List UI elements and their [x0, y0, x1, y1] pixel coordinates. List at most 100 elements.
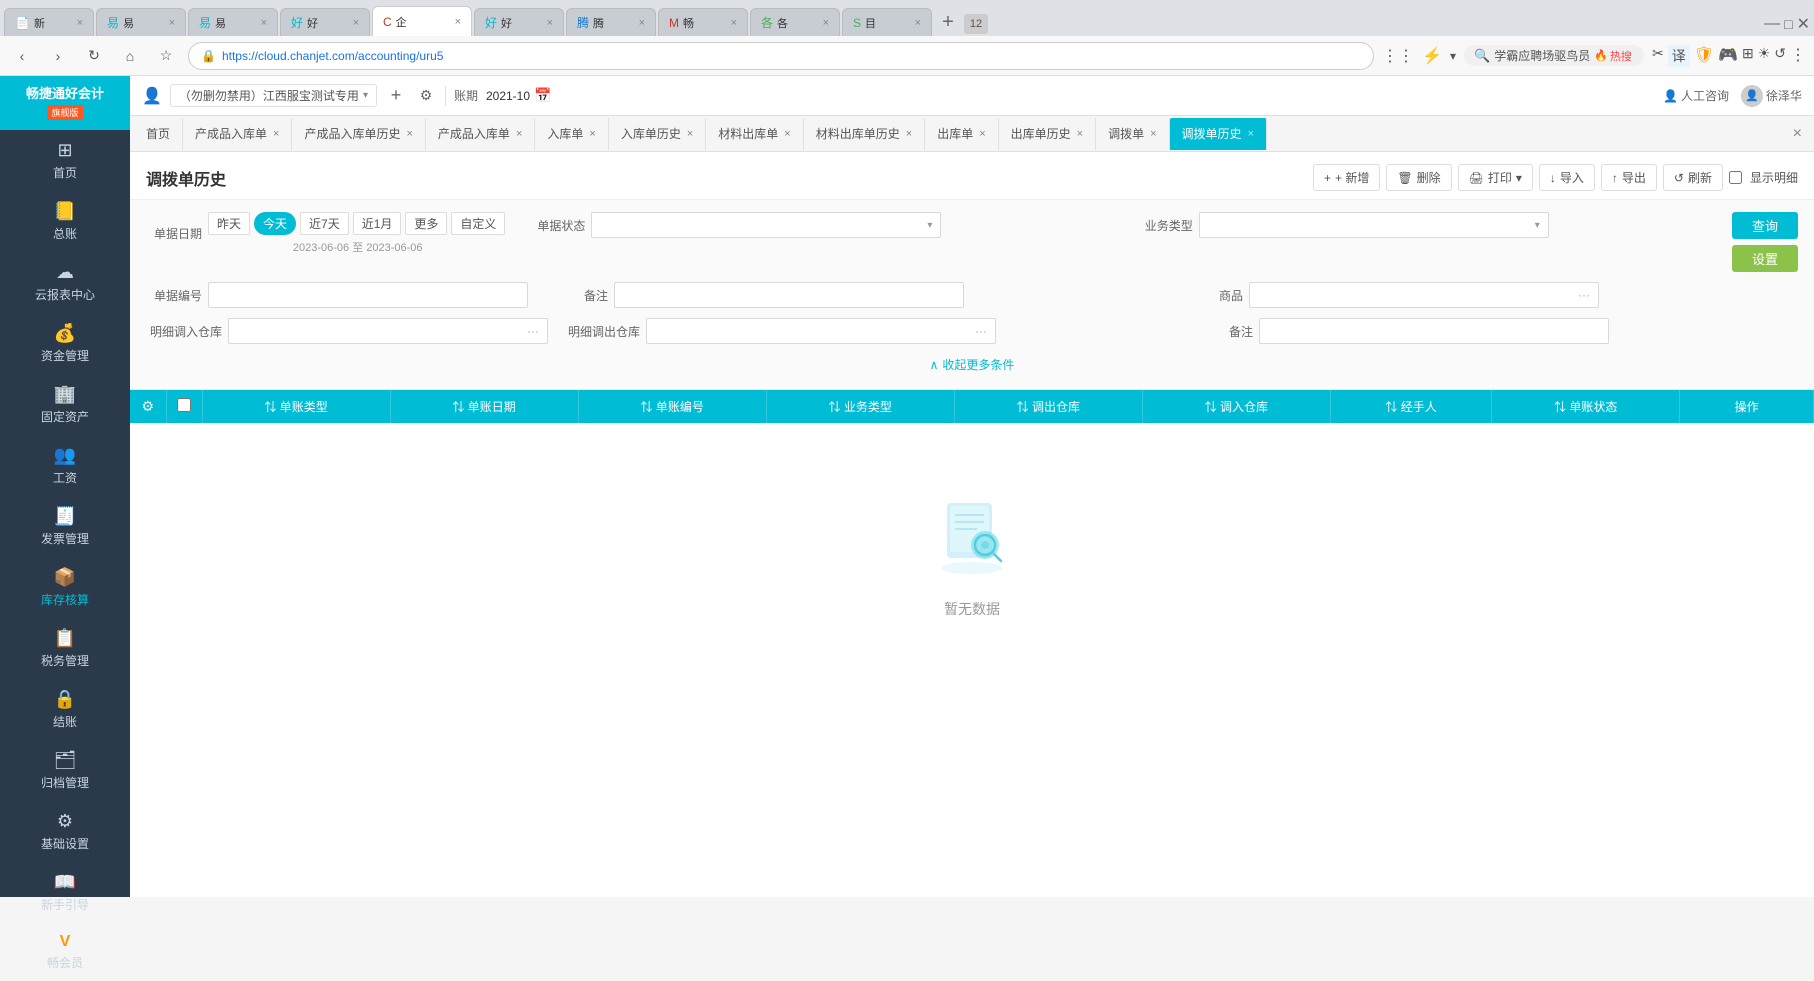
doc-no-input[interactable]	[208, 282, 528, 308]
remark-input[interactable]	[614, 282, 964, 308]
refresh-button[interactable]: ↻	[80, 42, 108, 70]
goods-selector[interactable]: ···	[1249, 282, 1599, 308]
delete-btn[interactable]: 🗑 删除	[1386, 164, 1451, 191]
tab-close-btn[interactable]: ×	[784, 128, 790, 140]
th-checkbox[interactable]	[166, 390, 202, 423]
tab-close[interactable]: ×	[639, 17, 645, 29]
settings-table-icon[interactable]: ⚙	[141, 398, 154, 414]
sidebar-item-asset[interactable]: 🏢 固定资产	[0, 374, 130, 435]
browser-tab-8[interactable]: 各 各 ×	[750, 8, 840, 36]
tab-close-btn[interactable]: ×	[1077, 128, 1083, 140]
bookmark-button[interactable]: ☆	[152, 42, 180, 70]
tab-close[interactable]: ×	[455, 16, 461, 28]
date-btn-more[interactable]: 更多	[405, 212, 447, 235]
tab-in-history[interactable]: 入库单历史 ×	[609, 118, 706, 150]
export-btn[interactable]: ↑ 导出	[1601, 164, 1657, 191]
display-detail-toggle[interactable]: 显示明细	[1729, 169, 1798, 186]
sidebar-item-invoice[interactable]: 🧾 发票管理	[0, 496, 130, 557]
th-doc-no[interactable]: ⇅ 单账编号	[578, 390, 766, 423]
tab-home[interactable]: 首页	[134, 118, 183, 150]
th-doc-date[interactable]: ⇅ 单账日期	[390, 390, 578, 423]
support-btn[interactable]: 👤 人工咨询	[1663, 87, 1729, 104]
th-status[interactable]: ⇅ 单账状态	[1492, 390, 1680, 423]
tab-product-in-history[interactable]: 产成品入库单历史 ×	[292, 118, 425, 150]
sidebar-item-close[interactable]: 🔒 结账	[0, 679, 130, 740]
tab-bar-close-btn[interactable]: ×	[1785, 125, 1810, 143]
tab-transfer[interactable]: 调拨单 ×	[1096, 118, 1169, 150]
shield-icon[interactable]: 🛡	[1694, 45, 1714, 67]
translate-icon[interactable]: 译	[1668, 45, 1690, 67]
browser-tab-7[interactable]: M 畅 ×	[658, 8, 748, 36]
tab-close-btn[interactable]: ×	[406, 128, 412, 140]
remark2-input[interactable]	[1259, 318, 1609, 344]
sidebar-item-member[interactable]: V 畅会员	[0, 923, 130, 981]
tab-close[interactable]: ×	[353, 17, 359, 29]
date-btn-yesterday[interactable]: 昨天	[208, 212, 250, 235]
tab-close-btn[interactable]: ×	[979, 128, 985, 140]
tab-material-out[interactable]: 材料出库单 ×	[706, 118, 803, 150]
browser-tab-2[interactable]: 易 易 ×	[96, 8, 186, 36]
add-company-btn[interactable]: +	[385, 85, 407, 107]
close-btn[interactable]: ✕	[1797, 14, 1810, 34]
tab-close-btn[interactable]: ×	[1248, 128, 1254, 140]
scissors-icon[interactable]: ✂	[1652, 45, 1664, 67]
forward-button[interactable]: ›	[44, 42, 72, 70]
browser-tab-3[interactable]: 易 易 ×	[188, 8, 278, 36]
tab-out-history[interactable]: 出库单历史 ×	[999, 118, 1096, 150]
th-business-type[interactable]: ⇅ 业务类型	[766, 390, 954, 423]
tab-in[interactable]: 入库单 ×	[535, 118, 608, 150]
browser-tab-9[interactable]: S 目 ×	[842, 8, 932, 36]
browser-tab-4[interactable]: 好 好 ×	[280, 8, 370, 36]
sun-icon[interactable]: ☀	[1758, 45, 1771, 67]
search-btn[interactable]: 查询	[1732, 212, 1798, 239]
th-out-warehouse[interactable]: ⇅ 调出仓库	[954, 390, 1142, 423]
address-bar[interactable]: 🔒 https://cloud.chanjet.com/accounting/u…	[188, 42, 1374, 70]
sidebar-item-archive[interactable]: 🗂 归档管理	[0, 740, 130, 801]
sidebar-logo[interactable]: 畅捷通好会计 旗舰版	[0, 76, 130, 130]
detail-in-selector[interactable]: ···	[228, 318, 548, 344]
tab-close[interactable]: ×	[915, 17, 921, 29]
date-btn-custom[interactable]: 自定义	[451, 212, 505, 235]
back-button[interactable]: ‹	[8, 42, 36, 70]
select-all-checkbox[interactable]	[177, 398, 191, 412]
sidebar-item-fund[interactable]: 💰 资金管理	[0, 313, 130, 374]
home-button[interactable]: ⌂	[116, 42, 144, 70]
tab-close[interactable]: ×	[731, 17, 737, 29]
search-bar[interactable]: 🔍 学霸应聘场驱鸟员 🔥 热搜	[1464, 45, 1644, 66]
sidebar-item-tax[interactable]: 📋 税务管理	[0, 618, 130, 679]
th-in-warehouse[interactable]: ⇅ 调入仓库	[1142, 390, 1330, 423]
grid-icon[interactable]: ⊞	[1742, 45, 1754, 67]
tab-close-btn[interactable]: ×	[906, 128, 912, 140]
collapse-btn[interactable]: ∧ 收起更多条件	[918, 352, 1027, 377]
th-settings[interactable]: ⚙	[130, 390, 166, 423]
display-checkbox[interactable]	[1729, 171, 1742, 184]
import-btn[interactable]: ↓ 导入	[1539, 164, 1595, 191]
th-doc-type[interactable]: ⇅ 单账类型	[202, 390, 390, 423]
sidebar-item-inventory[interactable]: 📦 库存核算	[0, 557, 130, 618]
refresh-btn[interactable]: ↺ 刷新	[1663, 164, 1723, 191]
date-btn-today[interactable]: 今天	[254, 212, 296, 235]
dropdown-button[interactable]: ▾	[1450, 49, 1456, 63]
tab-close-btn[interactable]: ×	[516, 128, 522, 140]
gamepad-icon[interactable]: 🎮	[1718, 45, 1738, 67]
lightning-button[interactable]: ⚡	[1422, 46, 1442, 66]
detail-out-selector[interactable]: ···	[646, 318, 996, 344]
browser-menu-button[interactable]: ⋮⋮	[1382, 46, 1414, 66]
sidebar-item-payroll[interactable]: 👥 工资	[0, 435, 130, 496]
maximize-btn[interactable]: □	[1784, 16, 1792, 32]
settings-btn[interactable]: ⚙	[415, 85, 437, 107]
more-icon[interactable]: ⋮	[1790, 45, 1806, 67]
print-btn[interactable]: 🖨 打印 ▾	[1458, 164, 1533, 191]
th-handler[interactable]: ⇅ 经手人	[1330, 390, 1491, 423]
date-btn-7days[interactable]: 近7天	[300, 212, 349, 235]
status-select[interactable]: ▾	[591, 212, 941, 238]
tab-close-btn[interactable]: ×	[273, 128, 279, 140]
new-btn[interactable]: + + 新增	[1313, 164, 1380, 191]
tab-transfer-history[interactable]: 调拨单历史 ×	[1170, 118, 1267, 150]
period-selector[interactable]: 2021-10 📅	[486, 87, 551, 104]
browser-tab-5[interactable]: 好 好 ×	[474, 8, 564, 36]
tab-material-out-history[interactable]: 材料出库单历史 ×	[804, 118, 925, 150]
tab-close-btn[interactable]: ×	[1150, 128, 1156, 140]
sidebar-item-home[interactable]: ⊞ 首页	[0, 130, 130, 191]
tab-close[interactable]: ×	[77, 17, 83, 29]
